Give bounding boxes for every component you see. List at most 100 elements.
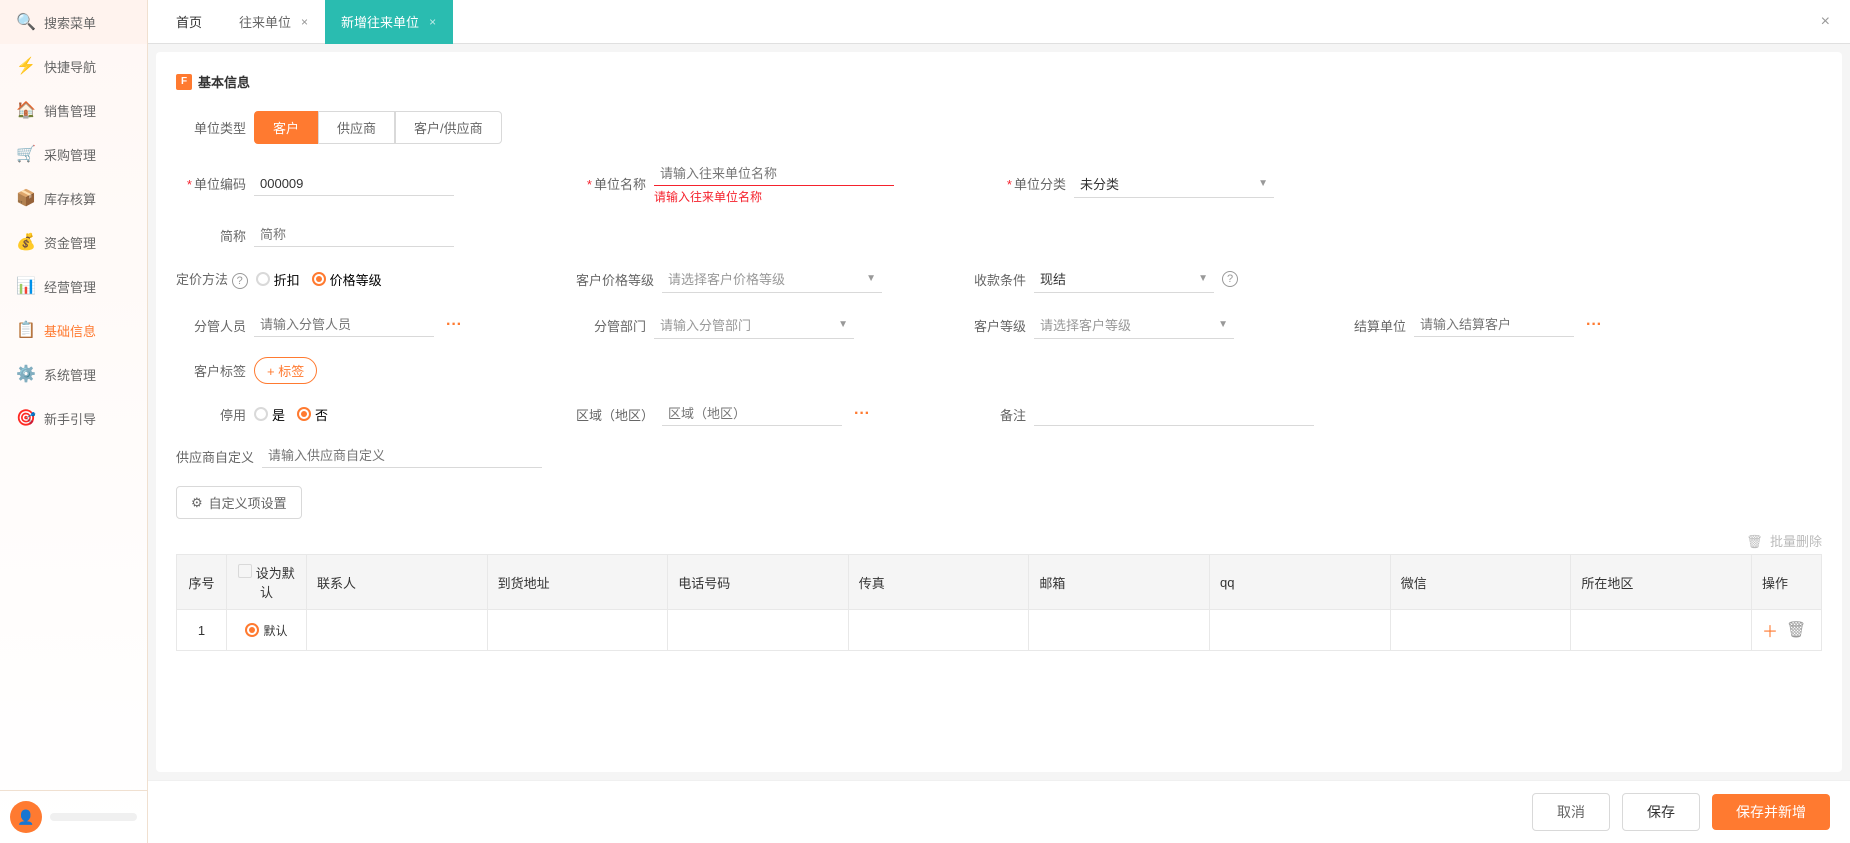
add-row-button[interactable]: ＋ bbox=[1762, 618, 1778, 642]
level-label: 价格等级 bbox=[330, 270, 382, 289]
batch-delete-label[interactable]: 批量删除 bbox=[1770, 534, 1822, 549]
sidebar-item-operations[interactable]: 📊 经营管理 bbox=[0, 264, 147, 308]
header-checkbox[interactable] bbox=[238, 564, 252, 578]
col-address: 到货地址 bbox=[487, 555, 668, 610]
tab-partners[interactable]: 往来单位 × bbox=[223, 0, 325, 44]
region-dots-btn[interactable]: ··· bbox=[850, 405, 874, 423]
sidebar-item-label: 基础信息 bbox=[44, 321, 96, 340]
unit-category-select[interactable]: 未分类 ▼ bbox=[1074, 170, 1274, 198]
disabled-yes-radio[interactable]: 是 bbox=[254, 405, 285, 424]
row-region-input[interactable] bbox=[1581, 623, 1741, 638]
short-name-input[interactable] bbox=[254, 223, 454, 247]
main-panel: 首页 往来单位 × 新增往来单位 × × F 基本信息 单位类型 客户 供应商 … bbox=[148, 0, 1850, 843]
row-default-radio[interactable]: 默认 bbox=[237, 622, 296, 639]
row-default-circle bbox=[245, 623, 259, 637]
save-button[interactable]: 保存 bbox=[1622, 793, 1700, 831]
sidebar-item-purchase[interactable]: 🛒 采购管理 bbox=[0, 132, 147, 176]
close-all-tabs[interactable]: × bbox=[1809, 13, 1842, 31]
unit-code-label: *单位编码 bbox=[176, 174, 246, 193]
disabled-radio-group: 是 否 bbox=[254, 405, 328, 424]
batch-delete-area: 🗑 批量删除 bbox=[176, 531, 1822, 550]
address-input[interactable] bbox=[498, 623, 658, 638]
supplier-custom-item: 供应商自定义 bbox=[176, 444, 676, 468]
pricing-discount-radio[interactable]: 折扣 bbox=[256, 270, 300, 289]
cancel-button[interactable]: 取消 bbox=[1532, 793, 1610, 831]
tab-new-partner-close[interactable]: × bbox=[429, 15, 436, 29]
supplier-custom-input[interactable] bbox=[262, 444, 542, 468]
remark-input[interactable] bbox=[1034, 402, 1314, 426]
save-and-new-button[interactable]: 保存并新增 bbox=[1712, 794, 1830, 830]
qq-input[interactable] bbox=[1220, 623, 1380, 638]
tabs-bar: 首页 往来单位 × 新增往来单位 × × bbox=[148, 0, 1850, 44]
col-email: 邮箱 bbox=[1029, 555, 1210, 610]
sidebar-item-search[interactable]: 🔍 搜索菜单 bbox=[0, 0, 147, 44]
col-wechat: 微信 bbox=[1390, 555, 1571, 610]
add-tag-button[interactable]: + 标签 bbox=[254, 357, 317, 384]
customer-level-select[interactable]: 请选择客户等级 ▼ bbox=[1034, 311, 1234, 339]
sidebar-item-label: 新手引导 bbox=[44, 409, 96, 428]
tab-new-partner[interactable]: 新增往来单位 × bbox=[325, 0, 453, 44]
settlement-input[interactable] bbox=[1414, 313, 1574, 337]
col-index: 序号 bbox=[177, 555, 227, 610]
unit-btn-both[interactable]: 客户/供应商 bbox=[395, 111, 502, 144]
row-address bbox=[487, 610, 668, 651]
sidebar-item-system[interactable]: ⚙️ 系统管理 bbox=[0, 352, 147, 396]
user-avatar: 👤 bbox=[10, 801, 42, 833]
pricing-help-icon[interactable]: ? bbox=[232, 273, 248, 289]
payment-terms-select[interactable]: 现结 ▼ bbox=[1034, 265, 1214, 293]
settlement-item: 结算单位 ··· bbox=[1336, 313, 1696, 337]
customer-tag-row: 客户标签 + 标签 bbox=[176, 357, 1822, 384]
tab-partners-close[interactable]: × bbox=[301, 15, 308, 29]
customer-tag-item: 客户标签 + 标签 bbox=[176, 357, 1822, 384]
unit-btn-customer[interactable]: 客户 bbox=[254, 111, 318, 144]
row-email bbox=[1029, 610, 1210, 651]
row-default-dot bbox=[249, 627, 255, 633]
basic-info-icon: 📋 bbox=[16, 320, 36, 340]
customer-tag-label: 客户标签 bbox=[176, 361, 246, 380]
unit-code-input[interactable] bbox=[254, 172, 454, 196]
dept-label: 分管部门 bbox=[576, 316, 646, 335]
customer-price-level-label: 客户价格等级 bbox=[576, 270, 654, 289]
disabled-yes-circle bbox=[254, 407, 268, 421]
unit-btn-supplier[interactable]: 供应商 bbox=[318, 111, 395, 144]
email-input[interactable] bbox=[1039, 623, 1199, 638]
finance-icon: 💰 bbox=[16, 232, 36, 252]
system-icon: ⚙️ bbox=[16, 364, 36, 384]
phone-input[interactable] bbox=[678, 623, 838, 638]
sidebar-item-label: 系统管理 bbox=[44, 365, 96, 384]
manager-input[interactable] bbox=[254, 313, 434, 337]
unit-type-label: 单位类型 bbox=[176, 118, 246, 137]
section-title-text: 基本信息 bbox=[198, 72, 250, 91]
customer-price-level-select[interactable]: 请选择客户价格等级 ▼ bbox=[662, 265, 882, 293]
contact-input[interactable] bbox=[317, 623, 477, 638]
sidebar-item-inventory[interactable]: 📦 库存核算 bbox=[0, 176, 147, 220]
wechat-input[interactable] bbox=[1401, 623, 1561, 638]
region-input[interactable] bbox=[662, 402, 842, 426]
payment-terms-help-icon[interactable]: ? bbox=[1222, 271, 1238, 287]
fax-input[interactable] bbox=[859, 623, 1019, 638]
settlement-dots-btn[interactable]: ··· bbox=[1582, 316, 1606, 334]
sidebar-item-label: 经营管理 bbox=[44, 277, 96, 296]
sidebar-item-sales[interactable]: 🏠 销售管理 bbox=[0, 88, 147, 132]
disabled-yes-label: 是 bbox=[272, 405, 285, 424]
sidebar-item-basic-info[interactable]: 📋 基础信息 bbox=[0, 308, 147, 352]
pricing-level-radio[interactable]: 价格等级 bbox=[312, 270, 382, 289]
manager-dots-btn[interactable]: ··· bbox=[442, 316, 466, 334]
sidebar-item-guide[interactable]: 🎯 新手引导 bbox=[0, 396, 147, 440]
sidebar-item-finance[interactable]: 💰 资金管理 bbox=[0, 220, 147, 264]
short-name-item: 简称 bbox=[176, 223, 556, 247]
disabled-no-radio[interactable]: 否 bbox=[297, 405, 328, 424]
unit-category-label: *单位分类 bbox=[996, 174, 1066, 193]
custom-settings-button[interactable]: ⚙ 自定义项设置 bbox=[176, 486, 302, 519]
unit-name-input[interactable] bbox=[654, 162, 894, 186]
col-phone: 电话号码 bbox=[668, 555, 849, 610]
dept-select[interactable]: 请输入分管部门 ▼ bbox=[654, 311, 854, 339]
tab-home-label: 首页 bbox=[176, 12, 202, 31]
row-index: 1 bbox=[177, 610, 227, 651]
col-action: 操作 bbox=[1752, 555, 1822, 610]
tab-home[interactable]: 首页 bbox=[156, 0, 223, 44]
del-row-button[interactable]: 🗑 bbox=[1786, 620, 1806, 640]
customer-level-value: 请选择客户等级 bbox=[1040, 315, 1214, 334]
progress-bar bbox=[50, 813, 137, 821]
sidebar-item-quick-nav[interactable]: ⚡ 快捷导航 bbox=[0, 44, 147, 88]
